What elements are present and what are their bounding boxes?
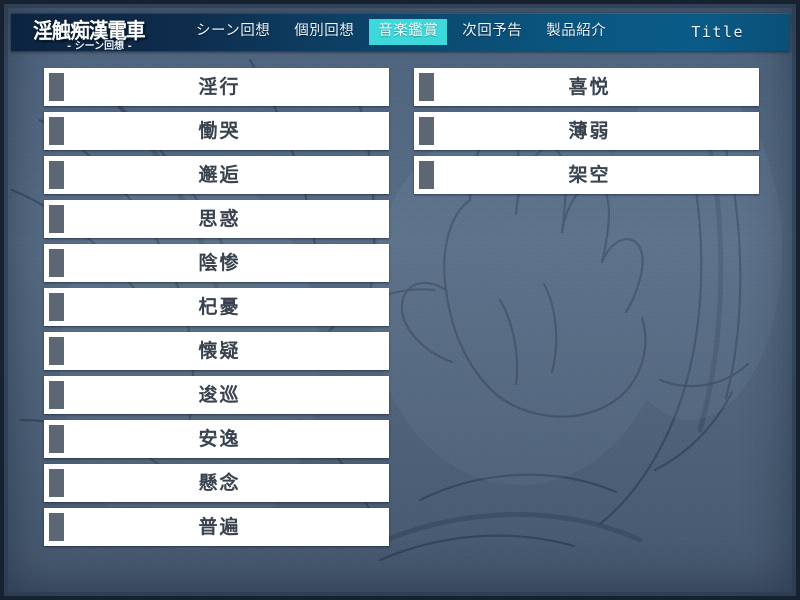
scene-marker-icon (49, 381, 64, 409)
scene-button-label: 慟哭 (198, 119, 241, 142)
header-bar: 淫触痴漢電車 - シーン回想 - シーン回想 個別回想 音楽鑑賞 次回予告 製品… (11, 13, 790, 52)
scene-button[interactable]: 思惑 (44, 200, 389, 238)
scene-marker-icon (49, 293, 64, 321)
scene-marker-icon (419, 117, 434, 145)
scene-button[interactable]: 懐疑 (44, 332, 389, 370)
scene-column-right: 喜悦 薄弱 架空 (414, 68, 759, 194)
scene-button[interactable]: 慟哭 (44, 112, 389, 150)
scene-button-label: 普遍 (198, 515, 241, 538)
scene-button[interactable]: 喜悦 (414, 68, 759, 106)
nav-item-music-appreciation[interactable]: 音楽鑑賞 (369, 19, 448, 45)
scene-marker-icon (49, 513, 64, 541)
scene-button-label: 喜悦 (568, 75, 611, 98)
nav-item-individual-recollection[interactable]: 個別回想 (285, 19, 363, 45)
gallery-screen: 淫触痴漢電車 - シーン回想 - シーン回想 個別回想 音楽鑑賞 次回予告 製品… (0, 0, 800, 600)
scene-button[interactable]: 架空 (414, 156, 759, 194)
scene-marker-icon (49, 469, 64, 497)
scene-button-label: 思惑 (198, 207, 241, 230)
scene-marker-icon (49, 205, 64, 233)
scene-marker-icon (49, 337, 64, 365)
scene-button-label: 杞憂 (198, 295, 241, 318)
scene-marker-icon (49, 161, 64, 189)
title-button[interactable]: Title (691, 23, 744, 41)
main-nav: シーン回想 個別回想 音楽鑑賞 次回予告 製品紹介 (187, 13, 691, 51)
scene-button[interactable]: 邂逅 (44, 156, 389, 194)
nav-item-scene-recollection[interactable]: シーン回想 (187, 19, 279, 45)
nav-item-next-preview[interactable]: 次回予告 (453, 19, 531, 45)
scene-button-label: 懐疑 (198, 339, 241, 362)
scene-button-label: 安逸 (198, 427, 241, 450)
scene-column-left: 淫行 慟哭 邂逅 思惑 陰惨 杞憂 懐疑 逡巡 安逸 懸念 普遍 (44, 68, 389, 546)
scene-marker-icon (49, 249, 64, 277)
scene-marker-icon (419, 161, 434, 189)
scene-button[interactable]: 淫行 (44, 68, 389, 106)
scene-button-label: 陰惨 (198, 251, 241, 274)
game-logo-subtitle: - シーン回想 - (67, 41, 132, 52)
scene-button-label: 邂逅 (198, 163, 241, 186)
scene-button[interactable]: 普遍 (44, 508, 389, 546)
scene-button-label: 逡巡 (198, 383, 241, 406)
scene-button[interactable]: 陰惨 (44, 244, 389, 282)
scene-marker-icon (49, 425, 64, 453)
scene-button[interactable]: 薄弱 (414, 112, 759, 150)
scene-marker-icon (419, 73, 434, 101)
game-logo: 淫触痴漢電車 - シーン回想 - (11, 13, 187, 52)
scene-button-label: 懸念 (198, 471, 241, 494)
scene-marker-icon (49, 73, 64, 101)
scene-button[interactable]: 安逸 (44, 420, 389, 458)
scene-button[interactable]: 杞憂 (44, 288, 389, 326)
scene-button-label: 薄弱 (568, 119, 611, 142)
scene-button[interactable]: 懸念 (44, 464, 389, 502)
scene-button-label: 淫行 (198, 75, 241, 98)
scene-marker-icon (49, 117, 64, 145)
scene-button-label: 架空 (568, 163, 611, 186)
scene-button[interactable]: 逡巡 (44, 376, 389, 414)
nav-item-product-info[interactable]: 製品紹介 (537, 19, 615, 45)
